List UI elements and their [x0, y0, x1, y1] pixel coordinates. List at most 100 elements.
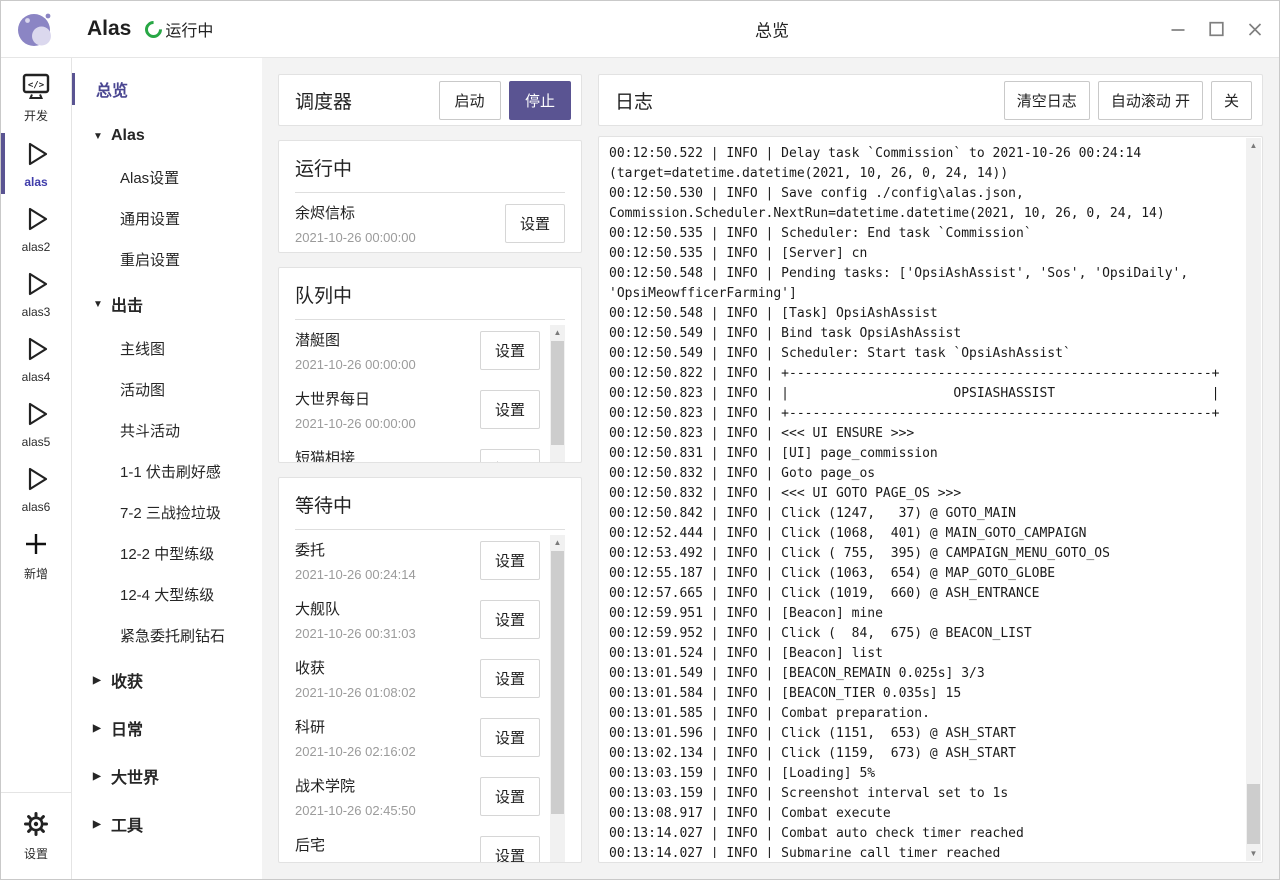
nav-group-1[interactable]: ▼出击 [72, 280, 262, 328]
nav-item-1-2[interactable]: 共斗活动 [72, 410, 262, 451]
nav-item-1-1[interactable]: 活动图 [72, 369, 262, 410]
nav-item-1-4[interactable]: 7-2 三战捡垃圾 [72, 492, 262, 533]
rail-item-alas[interactable]: alas [1, 131, 71, 196]
nav-group-5[interactable]: ▶工具 [72, 800, 262, 848]
task-row: 余烬信标2021-10-26 00:00:00 设置 [295, 193, 565, 252]
task-info: 科研2021-10-26 02:16:02 [295, 716, 416, 759]
nav-item-overview[interactable]: 总览 [72, 68, 262, 110]
rail-item-settings[interactable]: 设置 [1, 801, 71, 869]
stop-button[interactable]: 停止 [509, 81, 571, 120]
log-line: 00:12:50.823 | INFO | +-----------------… [609, 404, 1240, 424]
task-settings-button[interactable]: 设置 [480, 836, 540, 863]
log-line: 00:12:50.832 | INFO | Goto page_os [609, 464, 1240, 484]
rail-item-label: alas [24, 175, 47, 189]
rail-item-alas5[interactable]: alas5 [1, 391, 71, 456]
window-controls [1170, 21, 1263, 38]
nav-item-0-1[interactable]: 通用设置 [72, 198, 262, 239]
close-button[interactable] [1247, 21, 1263, 37]
scheduler-buttons: 启动 停止 [439, 81, 571, 120]
task-settings-button[interactable]: 设置 [480, 331, 540, 370]
chevron-down-icon: ▼ [93, 299, 111, 310]
start-button[interactable]: 启动 [439, 81, 501, 120]
nav-group-3[interactable]: ▶日常 [72, 704, 262, 752]
task-row: 委托2021-10-26 00:24:14 设置 [295, 530, 540, 589]
content-area: 调度器 启动 停止 运行中余烬信标2021-10-26 00:00:00设置 队… [262, 58, 1279, 879]
scroll-thumb[interactable] [551, 341, 564, 445]
rail-item-label: 设置 [24, 845, 48, 862]
task-settings-button[interactable]: 设置 [480, 541, 540, 580]
scroll-up-icon[interactable]: ▲ [550, 325, 565, 340]
group-title: 队列中 [295, 268, 565, 320]
task-row: 科研2021-10-26 02:16:02 设置 [295, 707, 540, 766]
task-info: 委托2021-10-26 00:24:14 [295, 539, 416, 582]
log-line: 00:12:50.842 | INFO | Click (1247, 37) @… [609, 504, 1240, 524]
task-info: 短猫相接2021-10-26 00:00:00 [295, 447, 416, 463]
task-settings-button[interactable]: 设置 [480, 390, 540, 429]
list-scrollbar[interactable]: ▲▼ [550, 535, 565, 863]
group-title: 等待中 [295, 478, 565, 530]
play-icon [21, 399, 51, 434]
log-scrollbar[interactable]: ▲ ▼ [1246, 138, 1261, 861]
rail-item-label: alas6 [22, 500, 51, 514]
scroll-down-icon[interactable]: ▼ [1246, 846, 1261, 861]
autoscroll-toggle-button[interactable]: 自动滚动 开 [1098, 81, 1203, 120]
scroll-up-icon[interactable]: ▲ [1246, 138, 1261, 153]
task-time: 2021-10-26 02:16:02 [295, 744, 416, 759]
list-scrollbar[interactable]: ▲▼ [550, 325, 565, 463]
nav-item-1-5[interactable]: 12-2 中型练级 [72, 533, 262, 574]
task-settings-button[interactable]: 设置 [480, 600, 540, 639]
log-line: (target=datetime.datetime(2021, 10, 26, … [609, 164, 1240, 184]
rail-item-add[interactable]: 新增 [1, 521, 71, 589]
nav-item-0-2[interactable]: 重启设置 [72, 239, 262, 280]
nav-group-4[interactable]: ▶大世界 [72, 752, 262, 800]
task-settings-button[interactable]: 设置 [480, 718, 540, 757]
nav-item-1-0[interactable]: 主线图 [72, 328, 262, 369]
nav-item-1-6[interactable]: 12-4 大型练级 [72, 574, 262, 615]
nav-group-2[interactable]: ▶收获 [72, 656, 262, 704]
log-collapse-button[interactable]: 关 [1211, 81, 1252, 120]
log-line: 00:13:03.159 | INFO | Screenshot interva… [609, 784, 1240, 804]
rail-bottom: 设置 [1, 792, 71, 879]
task-info: 收获2021-10-26 01:08:02 [295, 657, 416, 700]
task-settings-button[interactable]: 设置 [480, 659, 540, 698]
nav-item-0-0[interactable]: Alas设置 [72, 157, 262, 198]
task-list: 余烬信标2021-10-26 00:00:00 设置 [295, 193, 565, 252]
running-card: 运行中余烬信标2021-10-26 00:00:00设置 [278, 140, 582, 253]
play-icon [21, 269, 51, 304]
chevron-right-icon: ▶ [93, 771, 111, 782]
log-line: 'OpsiMeowfficerFarming'] [609, 284, 1240, 304]
rail-item-alas2[interactable]: alas2 [1, 196, 71, 261]
log-panel: 00:12:50.522 | INFO | Delay task `Commis… [598, 136, 1263, 863]
log-line: 00:13:08.917 | INFO | Combat execute [609, 804, 1240, 824]
rail-item-alas3[interactable]: alas3 [1, 261, 71, 326]
nav-group-0[interactable]: ▼Alas [72, 115, 262, 157]
scheduler-title: 调度器 [295, 87, 352, 114]
rail-item-alas6[interactable]: alas6 [1, 456, 71, 521]
log-line: 00:12:50.549 | INFO | Bind task OpsiAshA… [609, 324, 1240, 344]
minimize-button[interactable] [1170, 21, 1186, 37]
scroll-thumb[interactable] [1247, 784, 1260, 844]
task-name: 大世界每日 [295, 388, 416, 409]
task-time: 2021-10-26 02:45:50 [295, 803, 416, 818]
play-icon [21, 334, 51, 369]
scheduler-status-label: 运行中 [165, 17, 213, 41]
maximize-button[interactable] [1208, 21, 1225, 38]
rail-item-dev[interactable]: </>开发 [1, 64, 71, 131]
scroll-up-icon[interactable]: ▲ [550, 535, 565, 550]
task-info: 战术学院2021-10-26 02:45:50 [295, 775, 416, 818]
scroll-thumb[interactable] [551, 551, 564, 814]
task-settings-button[interactable]: 设置 [505, 204, 565, 243]
scheduler-card: 调度器 启动 停止 [278, 74, 582, 126]
task-settings-button[interactable]: 设置 [480, 777, 540, 816]
log-line: 00:12:50.831 | INFO | [UI] page_commissi… [609, 444, 1240, 464]
log-lines: 00:12:50.522 | INFO | Delay task `Commis… [609, 144, 1240, 858]
log-line: 00:13:02.134 | INFO | Click (1159, 673) … [609, 744, 1240, 764]
task-settings-button[interactable]: 设置 [480, 449, 540, 463]
active-indicator-bar [1, 133, 5, 194]
nav-item-1-3[interactable]: 1-1 伏击刷好感 [72, 451, 262, 492]
clear-log-button[interactable]: 清空日志 [1004, 81, 1090, 120]
rail-item-alas4[interactable]: alas4 [1, 326, 71, 391]
log-line: 00:12:55.187 | INFO | Click (1063, 654) … [609, 564, 1240, 584]
nav-item-1-7[interactable]: 紧急委托刷钻石 [72, 615, 262, 656]
task-info: 余烬信标2021-10-26 00:00:00 [295, 202, 416, 245]
